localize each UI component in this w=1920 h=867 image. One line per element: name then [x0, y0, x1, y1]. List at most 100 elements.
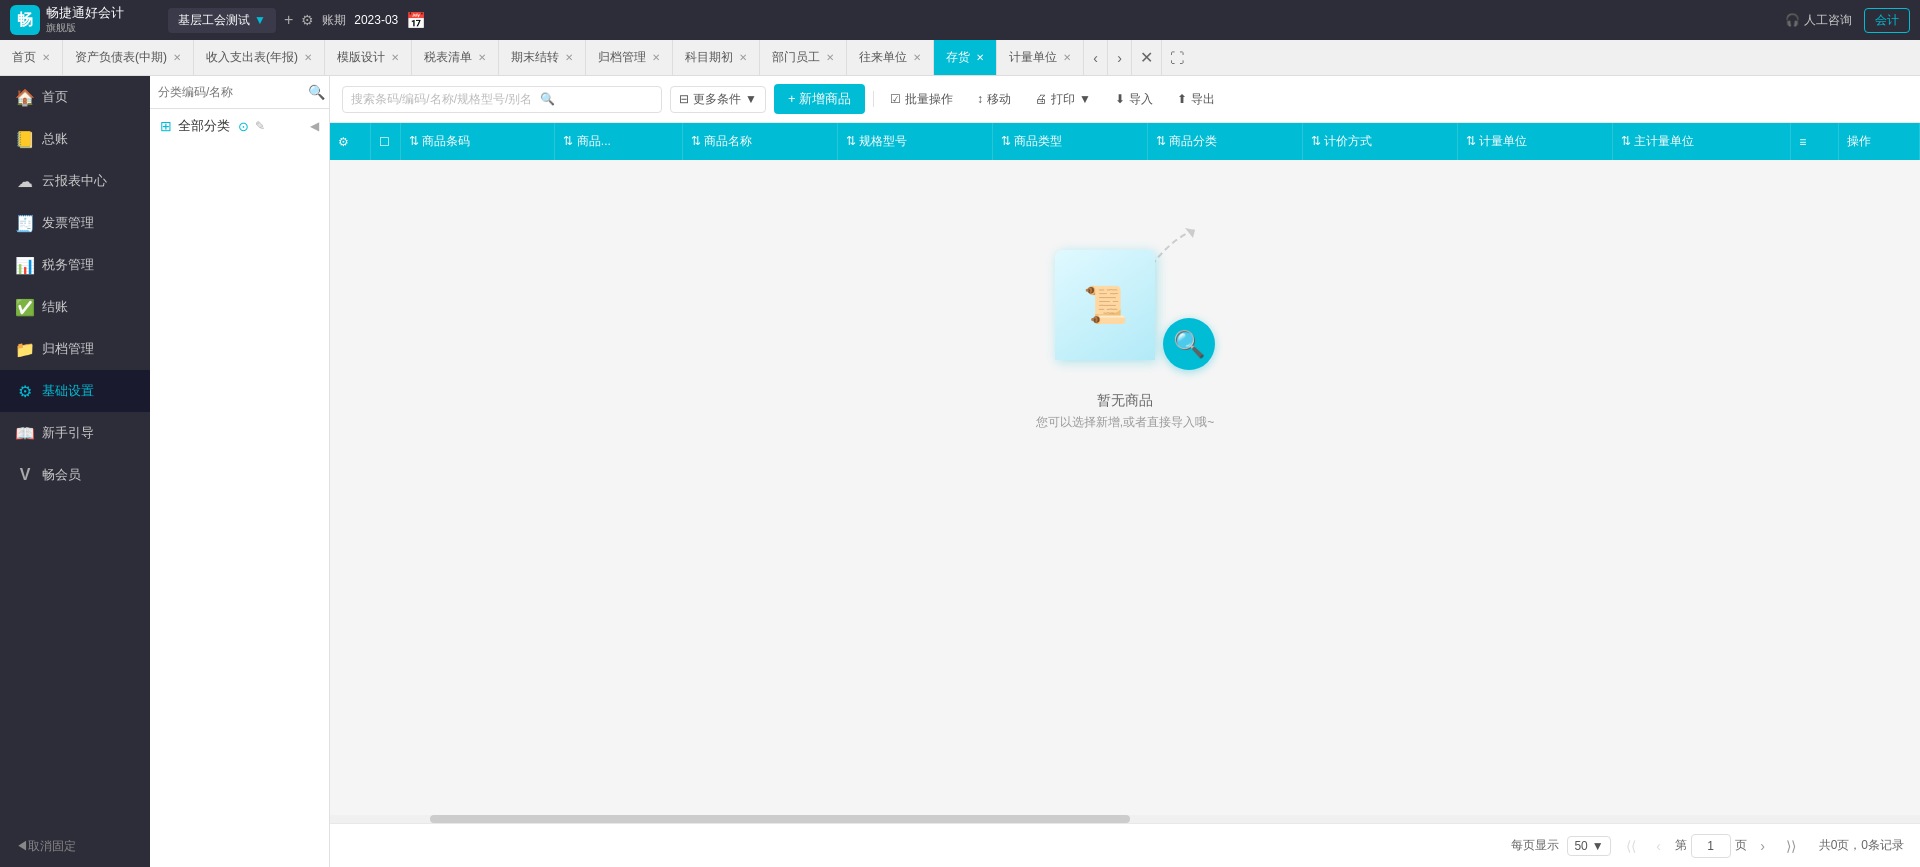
calendar-icon[interactable]: 📅	[406, 11, 426, 30]
tab-inventory-close[interactable]: ✕	[976, 52, 984, 63]
sidebar-item-settings[interactable]: ⚙ 基础设置	[0, 370, 150, 412]
horizontal-scrollbar[interactable]	[330, 815, 1920, 823]
tab-income[interactable]: 收入支出表(年报) ✕	[194, 40, 325, 76]
category-collapse-icon[interactable]: ◀	[310, 119, 319, 133]
sidebar-item-guide[interactable]: 📖 新手引导	[0, 412, 150, 454]
sidebar-collapse-btn[interactable]: ◀取消固定	[0, 826, 150, 867]
export-btn[interactable]: ⬆ 导出	[1169, 87, 1223, 112]
scrollbar-thumb[interactable]	[430, 815, 1130, 823]
doc-scroll-icon: 📜	[1083, 284, 1128, 326]
th-unit-label: 计量单位	[1479, 134, 1527, 148]
tab-balance-sheet-close[interactable]: ✕	[173, 52, 181, 63]
sidebar-item-reports[interactable]: ☁ 云报表中心	[0, 160, 150, 202]
category-search-icon[interactable]: 🔍	[308, 84, 325, 100]
import-btn[interactable]: ⬇ 导入	[1107, 87, 1161, 112]
th-name[interactable]: ⇅ 商品名称	[682, 123, 837, 160]
tab-archive-close[interactable]: ✕	[652, 52, 660, 63]
workspace-name: 基层工会测试	[178, 12, 250, 29]
tab-prev-btn[interactable]: ‹	[1084, 40, 1108, 76]
th-spec[interactable]: ⇅ 规格型号	[837, 123, 992, 160]
add-workspace-icon[interactable]: +	[284, 11, 293, 29]
tab-contacts-close[interactable]: ✕	[913, 52, 921, 63]
app-name-block: 畅捷通好会计 旗舰版	[46, 5, 124, 35]
tab-homepage[interactable]: 首页 ✕	[0, 40, 63, 76]
th-main-unit[interactable]: ⇅ 主计量单位	[1612, 123, 1791, 160]
kuaiji-button[interactable]: 会计	[1864, 8, 1910, 33]
app-logo: 畅	[10, 5, 40, 35]
th-unit[interactable]: ⇅ 计量单位	[1457, 123, 1612, 160]
empty-state: 📜 🔍 暂无商品 您可以选择新增,或者直接导入哦~	[330, 160, 1920, 471]
tab-income-close[interactable]: ✕	[304, 52, 312, 63]
category-panel: 🔍 ⊞ 全部分类 ⊙ ✎ ◀	[150, 76, 330, 867]
sidebar-item-archive[interactable]: 📁 归档管理	[0, 328, 150, 370]
tab-template-close[interactable]: ✕	[391, 52, 399, 63]
th-check[interactable]: ☐	[370, 123, 400, 160]
tab-tax-list-close[interactable]: ✕	[478, 52, 486, 63]
logo-area: 畅 畅捷通好会计 旗舰版	[10, 5, 160, 35]
headphone-icon: 🎧	[1785, 13, 1800, 27]
tab-dept[interactable]: 部门员工 ✕	[760, 40, 847, 76]
search-filter-box[interactable]: 搜索条码/编码/名称/规格型号/别名 🔍	[342, 86, 662, 113]
th-extra[interactable]: ≡	[1791, 123, 1839, 160]
tab-inventory[interactable]: 存货 ✕	[934, 40, 997, 76]
move-btn[interactable]: ↕ 移动	[969, 87, 1019, 112]
more-filter-btn[interactable]: ⊟ 更多条件 ▼	[670, 86, 766, 113]
table-scroll[interactable]: ⚙ ☐ ⇅ 商品条码 ⇅ 商品... ⇅ 商品名称	[330, 123, 1920, 815]
tab-period-carry-close[interactable]: ✕	[565, 52, 573, 63]
tab-unit[interactable]: 计量单位 ✕	[997, 40, 1084, 76]
app-name: 畅捷通好会计	[46, 5, 124, 21]
th-type[interactable]: ⇅ 商品类型	[992, 123, 1147, 160]
add-product-button[interactable]: + 新增商品	[774, 84, 865, 114]
category-all[interactable]: ⊞ 全部分类 ⊙ ✎ ◀	[150, 109, 329, 143]
page-last-btn[interactable]: ⟩⟩	[1779, 834, 1803, 858]
category-search-input[interactable]	[158, 85, 308, 99]
period-label: 账期	[322, 12, 346, 29]
per-page-arrow: ▼	[1592, 839, 1604, 853]
print-btn[interactable]: 🖨 打印 ▼	[1027, 87, 1099, 112]
sidebar-item-homepage[interactable]: 🏠 首页	[0, 76, 150, 118]
tab-period-carry[interactable]: 期末结转 ✕	[499, 40, 586, 76]
category-edit-icon[interactable]: ✎	[255, 119, 265, 133]
th-category[interactable]: ⇅ 商品分类	[1147, 123, 1302, 160]
tab-balance-sheet-label: 资产负债表(中期)	[75, 49, 167, 66]
page-first-btn[interactable]: ⟨⟨	[1619, 834, 1643, 858]
period-value: 2023-03	[354, 13, 398, 27]
th-settings[interactable]: ⚙	[330, 123, 370, 160]
empty-illustration: 📜 🔍	[1025, 220, 1225, 380]
sidebar-item-invoice[interactable]: 🧾 发票管理	[0, 202, 150, 244]
tab-unit-close[interactable]: ✕	[1063, 52, 1071, 63]
tab-balance-sheet[interactable]: 资产负债表(中期) ✕	[63, 40, 194, 76]
tab-contacts[interactable]: 往来单位 ✕	[847, 40, 934, 76]
app-sub: 旗舰版	[46, 21, 124, 35]
tab-subject[interactable]: 科目期初 ✕	[673, 40, 760, 76]
workspace-selector[interactable]: 基层工会测试 ▼	[168, 8, 276, 33]
tab-close-all-btn[interactable]: ✕	[1132, 40, 1162, 76]
tab-homepage-close[interactable]: ✕	[42, 52, 50, 63]
batch-op-btn[interactable]: ☑ 批量操作	[882, 87, 961, 112]
tab-next-btn[interactable]: ›	[1108, 40, 1132, 76]
tab-dept-close[interactable]: ✕	[826, 52, 834, 63]
sidebar-item-member[interactable]: V 畅会员	[0, 454, 150, 496]
tab-subject-close[interactable]: ✕	[739, 52, 747, 63]
export-label: 导出	[1191, 91, 1215, 108]
th-barcode[interactable]: ⇅ 商品条码	[400, 123, 555, 160]
top-right-actions: 🎧 人工咨询 会计	[1785, 8, 1910, 33]
sidebar-item-ledger[interactable]: 📒 总账	[0, 118, 150, 160]
sidebar-item-checkout[interactable]: ✅ 结账	[0, 286, 150, 328]
page-number-input[interactable]	[1691, 834, 1731, 858]
tab-archive[interactable]: 归档管理 ✕	[586, 40, 673, 76]
tab-tax-list[interactable]: 税表清单 ✕	[412, 40, 499, 76]
tab-template[interactable]: 模版设计 ✕	[325, 40, 412, 76]
sidebar-item-tax[interactable]: 📊 税务管理	[0, 244, 150, 286]
page-next-btn[interactable]: ›	[1751, 834, 1775, 858]
tab-expand-btn[interactable]: ⛶	[1162, 40, 1192, 76]
th-price-method[interactable]: ⇅ 计价方式	[1302, 123, 1457, 160]
per-page-select[interactable]: 50 ▼	[1567, 836, 1610, 856]
checkout-icon: ✅	[16, 298, 34, 316]
category-label: 全部分类	[178, 117, 230, 135]
category-check-icon: ⊞	[160, 118, 172, 134]
service-button[interactable]: 🎧 人工咨询	[1785, 12, 1852, 29]
settings-icon[interactable]: ⚙	[301, 12, 314, 28]
th-code[interactable]: ⇅ 商品...	[555, 123, 682, 160]
page-prev-btn[interactable]: ‹	[1647, 834, 1671, 858]
